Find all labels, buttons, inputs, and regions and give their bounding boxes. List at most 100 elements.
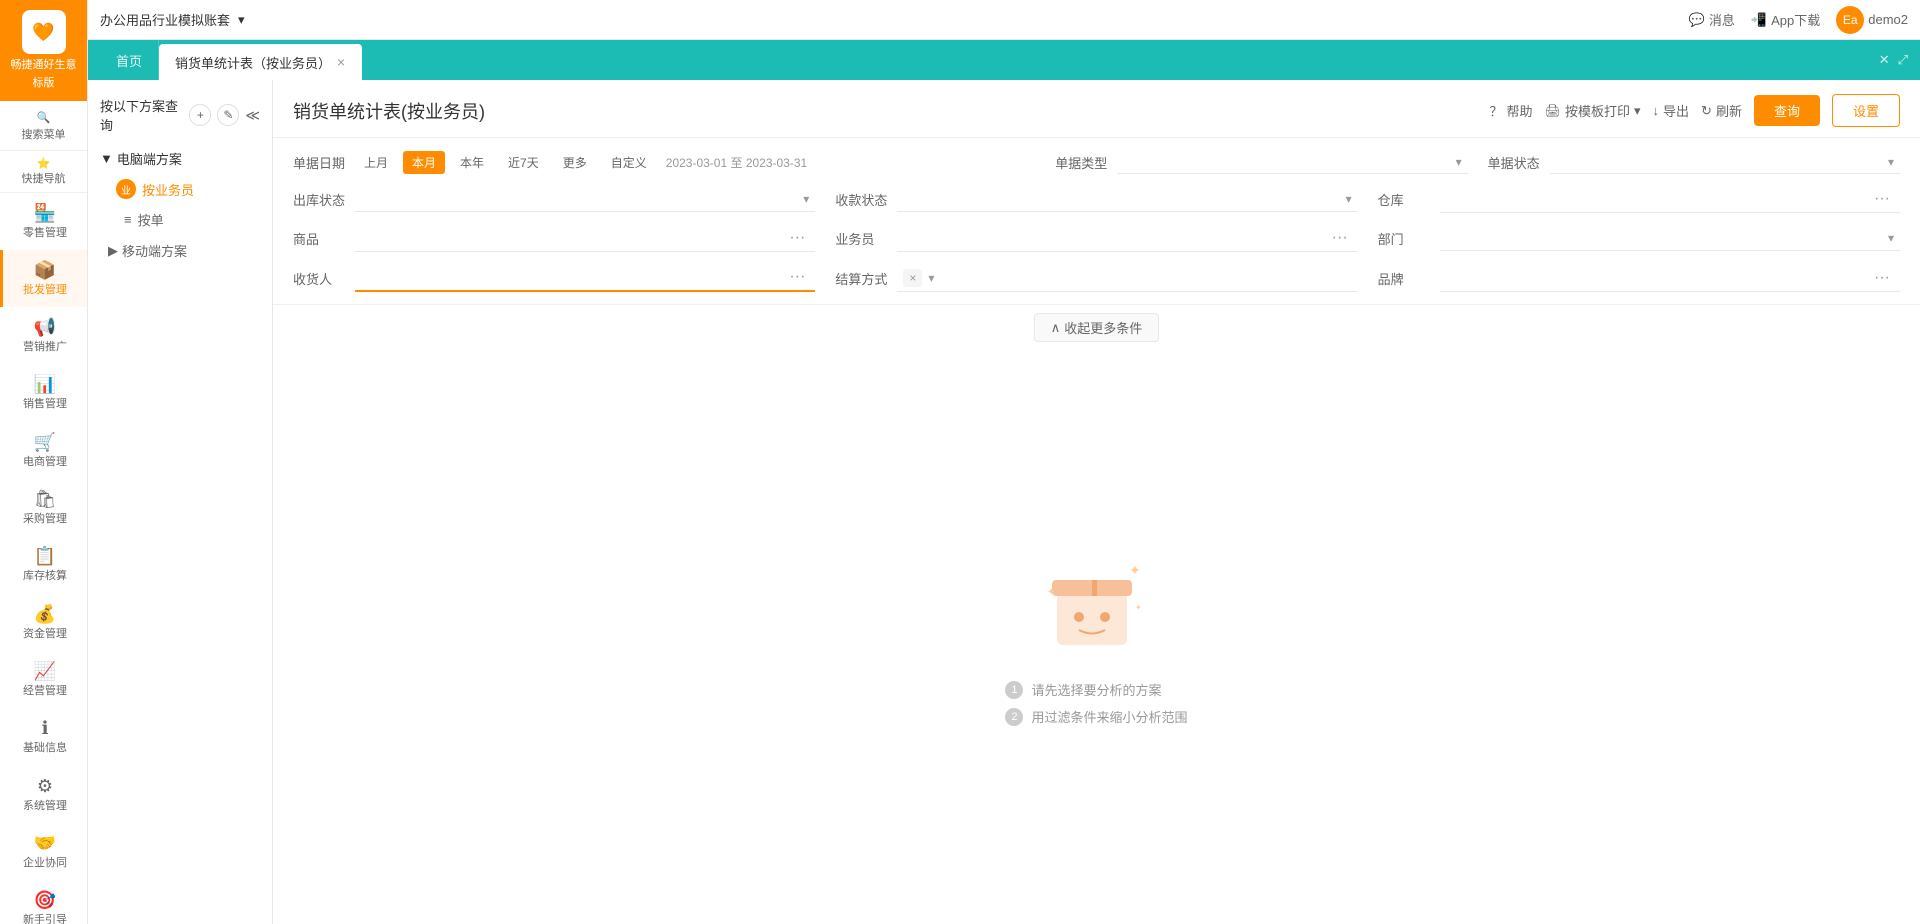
message-button[interactable]: 💬 消息 xyxy=(1689,10,1735,29)
dropdown-chevron-icon[interactable]: ▾ xyxy=(238,12,245,28)
topbar-left: 办公用品行业模拟账套 ▾ xyxy=(100,10,245,29)
consignee-input[interactable] xyxy=(361,270,785,285)
nav-list: 🏪 零售管理 📦 批发管理 📢 营销推广 📊 销售管理 🛒 电商管理 🛍 采购管… xyxy=(0,193,87,924)
user-menu[interactable]: Ea demo2 xyxy=(1836,6,1908,34)
consignee-label: 收货人 xyxy=(293,269,349,288)
sidebar-item-system[interactable]: ⚙ 系统管理 xyxy=(0,766,87,823)
sidebar-item-wholesale[interactable]: 📦 批发管理 xyxy=(0,250,87,307)
out-status-input[interactable] xyxy=(361,192,803,207)
brand-input[interactable] xyxy=(1446,270,1870,285)
sidebar-item-basic[interactable]: ℹ 基础信息 xyxy=(0,708,87,765)
salesperson-dots-icon[interactable]: ··· xyxy=(1328,229,1352,247)
sidebar-item-newbie[interactable]: 🎯 新手引导 xyxy=(0,880,87,924)
dept-select-wrap[interactable]: ▾ xyxy=(1440,227,1900,251)
warehouse-select-wrap[interactable]: ··· xyxy=(1440,186,1900,213)
sidebar-item-sales[interactable]: 📊 销售管理 xyxy=(0,364,87,421)
tab-close-icon[interactable]: × xyxy=(337,54,345,70)
brand-dots-icon[interactable]: ··· xyxy=(1870,269,1894,287)
sidebar-item-inventory[interactable]: 📋 库存核算 xyxy=(0,536,87,593)
wholesale-icon: 📦 xyxy=(34,260,56,281)
query-button[interactable]: 查询 xyxy=(1754,95,1820,126)
tab-fullscreen-icon[interactable]: ⤢ xyxy=(1898,52,1908,68)
tab-close-window-icon[interactable]: ✕ xyxy=(1879,52,1890,68)
goods-dots-icon[interactable]: ··· xyxy=(785,229,809,247)
date-last-month[interactable]: 上月 xyxy=(355,151,397,174)
goods-input[interactable] xyxy=(361,231,785,246)
edit-scheme-icon[interactable]: ✎ xyxy=(217,104,239,126)
empty-instructions: 1 请先选择要分析的方案 2 用过滤条件来缩小分析范围 xyxy=(1005,680,1187,734)
setting-button[interactable]: 设置 xyxy=(1832,94,1900,127)
empty-svg: ✦ ✦ ✦ xyxy=(1037,545,1157,655)
quick-nav[interactable]: ⭐ 快捷导航 xyxy=(0,151,87,193)
purchase-label: 采购管理 xyxy=(23,512,67,526)
dept-label: 部门 xyxy=(1378,229,1434,248)
collapse-panel-icon[interactable]: ≪ xyxy=(245,107,260,124)
tab-sales-stat[interactable]: 销货单统计表（按业务员） × xyxy=(159,44,362,80)
salesperson-select-wrap[interactable]: ··· xyxy=(897,225,1357,252)
left-panel-header: 按以下方案查询 + ✎ ≪ xyxy=(88,90,272,140)
sidebar-item-operation[interactable]: 📈 经营管理 xyxy=(0,651,87,708)
page-title: 销货单统计表(按业务员) xyxy=(293,98,485,124)
consignee-dots-icon[interactable]: ··· xyxy=(785,268,809,286)
step-1-text: 请先选择要分析的方案 xyxy=(1031,680,1161,699)
export-button[interactable]: ↓ 导出 xyxy=(1653,101,1690,120)
warehouse-input[interactable] xyxy=(1446,192,1870,207)
retail-label: 零售管理 xyxy=(23,226,67,240)
warehouse-dots-icon[interactable]: ··· xyxy=(1870,190,1894,208)
filter-date: 单据日期 上月 本月 本年 近7天 更多 自定义 2023-03-01 至 20… xyxy=(293,151,1035,174)
sidebar-item-marketing[interactable]: 📢 营销推广 xyxy=(0,307,87,364)
doc-status-input[interactable] xyxy=(1556,154,1888,169)
date-more[interactable]: 更多 xyxy=(554,151,596,174)
sidebar-item-retail[interactable]: 🏪 零售管理 xyxy=(0,193,87,250)
filter-doc-status: 单据状态 ▾ xyxy=(1468,150,1900,174)
scheme-by-salesperson[interactable]: 业 按业务员 xyxy=(88,173,272,205)
sidebar-item-finance[interactable]: 💰 资金管理 xyxy=(0,594,87,651)
scheme-by-order[interactable]: ≡ 按单 xyxy=(88,205,272,234)
brand-select-wrap[interactable]: ··· xyxy=(1440,265,1900,292)
desktop-scheme-header[interactable]: ▼ 电脑端方案 xyxy=(88,144,272,173)
doc-type-select-wrap[interactable]: ▾ xyxy=(1117,150,1467,174)
tab-home[interactable]: 首页 xyxy=(100,40,159,80)
out-status-select-wrap[interactable]: ▾ xyxy=(355,188,815,212)
empty-step-2: 2 用过滤条件来缩小分析范围 xyxy=(1005,707,1187,726)
svg-text:✦: ✦ xyxy=(1135,603,1142,612)
mobile-scheme-header[interactable]: ▶ 移动端方案 xyxy=(88,236,272,265)
app-logo[interactable]: 🧡 畅捷通好生意 标版 xyxy=(0,0,87,101)
download-icon: 📲 xyxy=(1751,12,1767,28)
settlement-dropdown-icon[interactable]: ▾ xyxy=(928,271,934,285)
search-menu[interactable]: 🔍 搜索菜单 xyxy=(0,101,87,151)
filter-salesperson: 业务员 ··· xyxy=(815,225,1357,252)
sidebar-item-ecommerce[interactable]: 🛒 电商管理 xyxy=(0,422,87,479)
tab-home-label: 首页 xyxy=(116,51,142,70)
doc-status-select-wrap[interactable]: ▾ xyxy=(1550,150,1900,174)
help-button[interactable]: ？ 帮助 xyxy=(1489,101,1532,120)
collapse-button[interactable]: ∧ 收起更多条件 xyxy=(1034,313,1160,342)
doc-type-input[interactable] xyxy=(1123,154,1455,169)
order-scheme-label: 按单 xyxy=(138,210,164,229)
receipt-status-select-wrap[interactable]: ▾ xyxy=(897,188,1357,212)
date-custom[interactable]: 自定义 xyxy=(602,151,656,174)
empty-step-1: 1 请先选择要分析的方案 xyxy=(1005,680,1187,699)
doc-status-dropdown-icon: ▾ xyxy=(1888,155,1894,169)
date-last-7days[interactable]: 近7天 xyxy=(499,151,548,174)
sidebar-item-corp[interactable]: 🤝 企业协同 xyxy=(0,823,87,880)
inventory-icon: 📋 xyxy=(34,546,56,567)
left-panel: 按以下方案查询 + ✎ ≪ ▼ 电脑端方案 业 按业务员 ≡ 按 xyxy=(88,80,273,924)
collapse-bar: ∧ 收起更多条件 xyxy=(273,305,1920,350)
receipt-status-input[interactable] xyxy=(903,192,1345,207)
salesperson-input[interactable] xyxy=(903,231,1327,246)
settlement-clear-icon[interactable]: × xyxy=(909,271,916,285)
app-download-button[interactable]: 📲 App下载 xyxy=(1751,10,1820,29)
dept-input[interactable] xyxy=(1446,231,1888,246)
logo-icon: 🧡 xyxy=(22,10,66,54)
logo-sub: 标版 xyxy=(33,76,55,90)
add-scheme-icon[interactable]: + xyxy=(189,104,211,126)
mobile-scheme-group: ▶ 移动端方案 xyxy=(88,236,272,265)
sidebar-item-purchase[interactable]: 🛍 采购管理 xyxy=(0,479,87,536)
goods-select-wrap[interactable]: ··· xyxy=(355,225,815,252)
date-current-month[interactable]: 本月 xyxy=(403,151,445,174)
template-print-button[interactable]: 🖨 按模板打印 ▾ xyxy=(1544,101,1640,120)
date-current-year[interactable]: 本年 xyxy=(451,151,493,174)
consignee-select-wrap[interactable]: ··· xyxy=(355,264,815,292)
refresh-button[interactable]: ↻ 刷新 xyxy=(1701,101,1742,120)
